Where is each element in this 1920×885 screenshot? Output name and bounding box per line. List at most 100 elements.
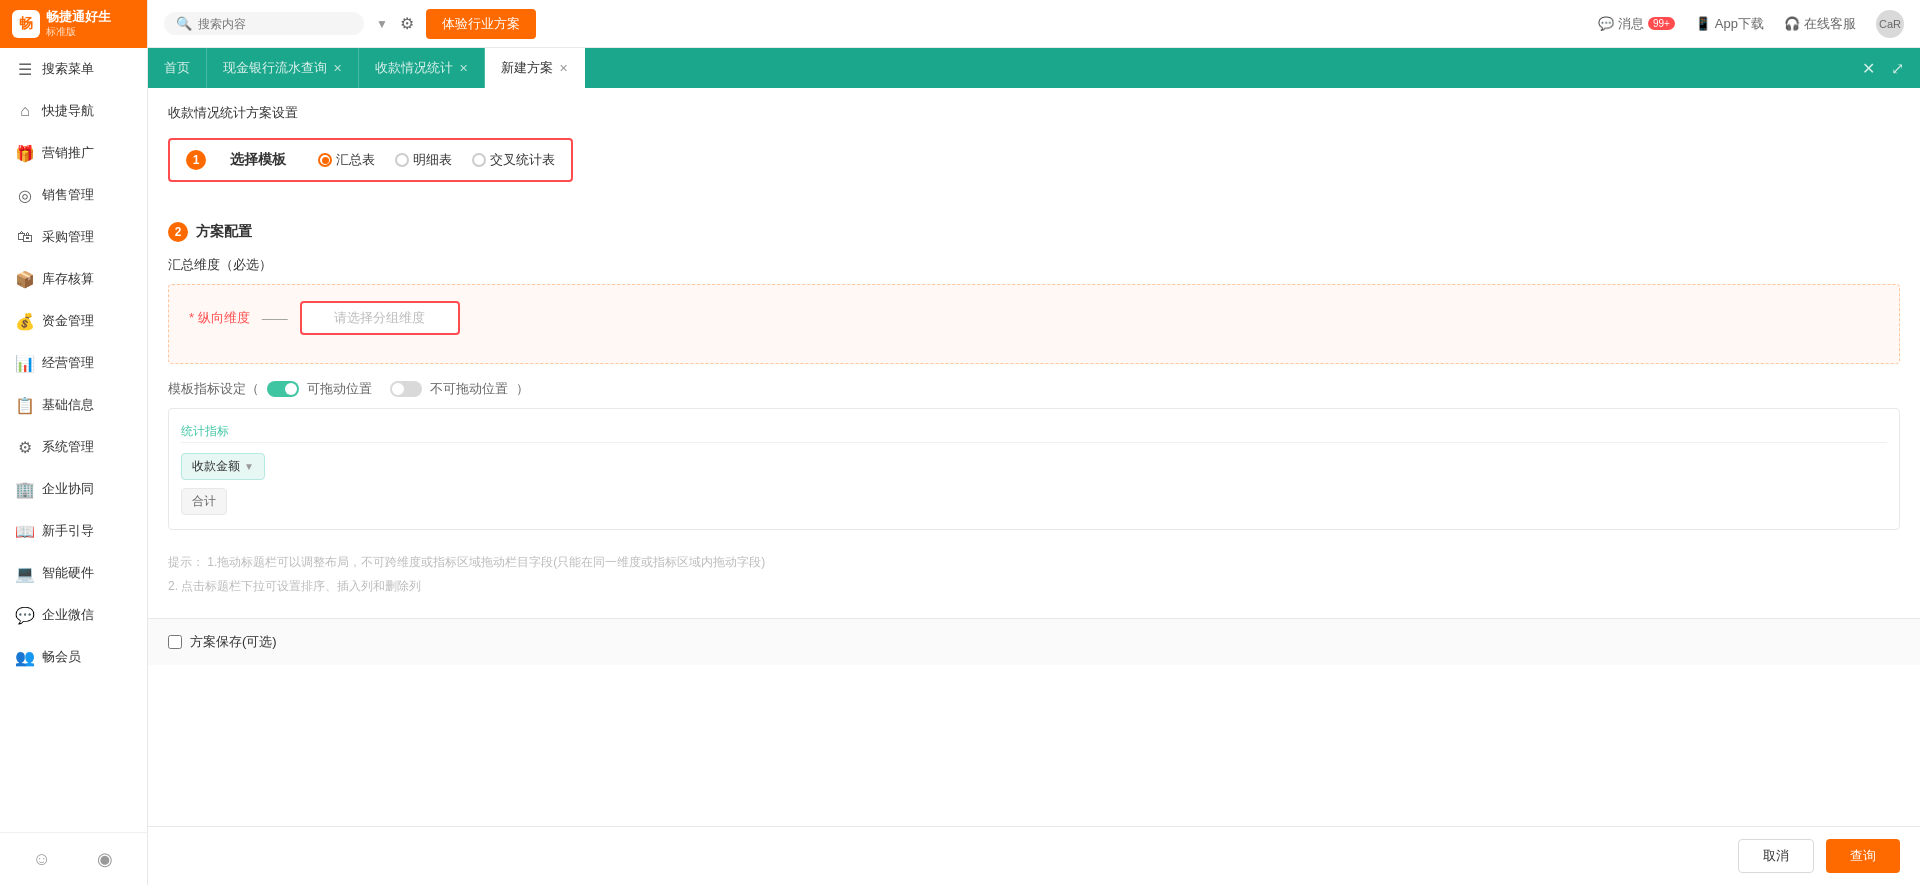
sidebar-item-member[interactable]: 👥 畅会员 [0,636,147,678]
sidebar-item-label: 畅会员 [42,648,81,666]
sidebar-item-purchase[interactable]: 🛍 采购管理 [0,216,147,258]
sidebar-bottom-icon2[interactable]: ◉ [89,843,121,875]
cannot-drag-toggle-track [390,381,422,397]
sidebar-item-enterprise[interactable]: 🏢 企业协同 [0,468,147,510]
footer-bar: 取消 查询 [148,826,1920,885]
user-avatar[interactable]: CaR [1876,10,1904,38]
sidebar-item-quick-nav[interactable]: ⌂ 快捷导航 [0,90,147,132]
save-checkbox[interactable] [168,635,182,649]
topbar: 🔍 ▼ ⚙ 体验行业方案 💬 消息 99+ 📱 App下载 🎧 在线客服 CaR [148,0,1920,48]
sidebar-item-label: 智能硬件 [42,564,94,582]
app-download-button[interactable]: 📱 App下载 [1695,15,1764,33]
cancel-button[interactable]: 取消 [1738,839,1814,873]
sidebar-item-operation[interactable]: 📊 经营管理 [0,342,147,384]
indicator-tag-receipt[interactable]: 收款金额 ▼ [181,453,265,480]
sidebar-bottom: ☺ ◉ [0,832,147,885]
indicator-tag-area: 统计指标 收款金额 ▼ 合计 [168,408,1900,530]
main-content: 🔍 ▼ ⚙ 体验行业方案 💬 消息 99+ 📱 App下载 🎧 在线客服 CaR [148,0,1920,885]
tab-receipt-stats-close-icon[interactable]: ✕ [459,62,468,75]
step2-header: 2 方案配置 [168,222,1900,242]
tab-bank-flow[interactable]: 现金银行流水查询 ✕ [207,48,359,88]
quick-nav-icon: ⌂ [16,102,34,120]
sidebar-item-search-menu[interactable]: ☰ 搜索菜单 [0,48,147,90]
operation-icon: 📊 [16,354,34,372]
tab-expand-icon[interactable]: ⤢ [1887,55,1908,82]
step1-section: 1 选择模板 汇总表 明细表 交叉统计表 [168,138,1900,202]
tab-receipt-stats[interactable]: 收款情况统计 ✕ [359,48,485,88]
tab-new-plan-close-icon[interactable]: ✕ [559,62,568,75]
step1-row: 1 选择模板 汇总表 明细表 交叉统计表 [168,138,573,182]
sidebar-bottom-icon1[interactable]: ☺ [26,843,58,875]
dimension-select-box[interactable]: 请选择分组维度 [300,301,460,335]
hardware-icon: 💻 [16,564,34,582]
save-section: 方案保存(可选) [148,618,1920,665]
dimension-arrow: —— [262,311,288,326]
settings-gear-icon[interactable]: ⚙ [400,14,414,33]
tabbar: 首页 现金银行流水查询 ✕ 收款情况统计 ✕ 新建方案 ✕ ✕ ⤢ [148,48,1920,88]
sidebar-item-hardware[interactable]: 💻 智能硬件 [0,552,147,594]
cannot-drag-label: 不可拖动位置 [430,380,508,398]
sidebar-item-label: 经营管理 [42,354,94,372]
indicator-label-row: 模板指标设定（ 可拖动位置 不可拖动位置 [168,380,1900,398]
wechat-icon: 💬 [16,606,34,624]
sidebar-item-label: 营销推广 [42,144,94,162]
sidebar-item-wechat[interactable]: 💬 企业微信 [0,594,147,636]
logo-icon: 畅 [12,10,40,38]
indicator-label-prefix: 模板指标设定（ [168,380,259,398]
sidebar-item-finance[interactable]: 💰 资金管理 [0,300,147,342]
step2-label: 方案配置 [196,223,252,241]
message-button[interactable]: 💬 消息 99+ [1598,15,1675,33]
sidebar-item-sales[interactable]: ◎ 销售管理 [0,174,147,216]
dimension-label: 汇总维度（必选） [168,256,1900,274]
sidebar-item-label: 企业微信 [42,606,94,624]
can-drag-toggle-thumb [285,383,297,395]
sales-icon: ◎ [16,186,34,204]
online-service-button[interactable]: 🎧 在线客服 [1784,15,1856,33]
sidebar-item-label: 采购管理 [42,228,94,246]
radio-summary[interactable]: 汇总表 [318,151,375,169]
indicator-tag-label: 收款金额 [192,458,240,475]
content-area: 收款情况统计方案设置 1 选择模板 汇总表 明细表 [148,88,1920,885]
sidebar-item-basic-info[interactable]: 📋 基础信息 [0,384,147,426]
system-icon: ⚙ [16,438,34,456]
radio-detail[interactable]: 明细表 [395,151,452,169]
sidebar-item-label: 库存核算 [42,270,94,288]
tab-bank-flow-close-icon[interactable]: ✕ [333,62,342,75]
inventory-icon: 📦 [16,270,34,288]
sidebar-item-marketing[interactable]: 🎁 营销推广 [0,132,147,174]
indicator-sub-tag-label: 合计 [192,494,216,508]
purchase-icon: 🛍 [16,228,34,246]
search-bar[interactable]: 🔍 [164,12,364,35]
sidebar-item-guide[interactable]: 📖 新手引导 [0,510,147,552]
can-drag-toggle[interactable] [267,381,299,397]
tab-close-all-icon[interactable]: ✕ [1858,55,1879,82]
topbar-right: 💬 消息 99+ 📱 App下载 🎧 在线客服 CaR [1598,10,1904,38]
cannot-drag-toggle[interactable] [390,381,422,397]
tip-line2: 2. 点击标题栏下拉可设置排序、插入列和删除列 [168,574,1900,598]
dimension-area: * 纵向维度 —— 请选择分组维度 [168,284,1900,364]
can-drag-label: 可拖动位置 [307,380,372,398]
tab-home[interactable]: 首页 [148,48,207,88]
radio-cross[interactable]: 交叉统计表 [472,151,555,169]
search-menu-icon: ☰ [16,60,34,78]
sidebar-item-inventory[interactable]: 📦 库存核算 [0,258,147,300]
template-radio-group: 汇总表 明细表 交叉统计表 [318,151,555,169]
radio-cross-circle [472,153,486,167]
dimension-section: 汇总维度（必选） * 纵向维度 —— 请选择分组维度 [168,256,1900,364]
app-download-icon: 📱 [1695,16,1711,31]
indicator-sub-tag-total[interactable]: 合计 [181,488,227,515]
sidebar-item-system[interactable]: ⚙ 系统管理 [0,426,147,468]
tab-home-label: 首页 [164,59,190,77]
trial-industry-button[interactable]: 体验行业方案 [426,9,536,39]
indicator-label-suffix: ） [516,380,529,398]
sidebar-item-label: 新手引导 [42,522,94,540]
dimension-select-placeholder: 请选择分组维度 [334,310,425,325]
dropdown-chevron-icon[interactable]: ▼ [376,17,388,31]
basic-info-icon: 📋 [16,396,34,414]
tabbar-actions: ✕ ⤢ [1858,55,1920,82]
tab-new-plan-label: 新建方案 [501,59,553,77]
finance-icon: 💰 [16,312,34,330]
query-button[interactable]: 查询 [1826,839,1900,873]
search-input[interactable] [198,17,338,31]
tab-new-plan[interactable]: 新建方案 ✕ [485,48,585,88]
